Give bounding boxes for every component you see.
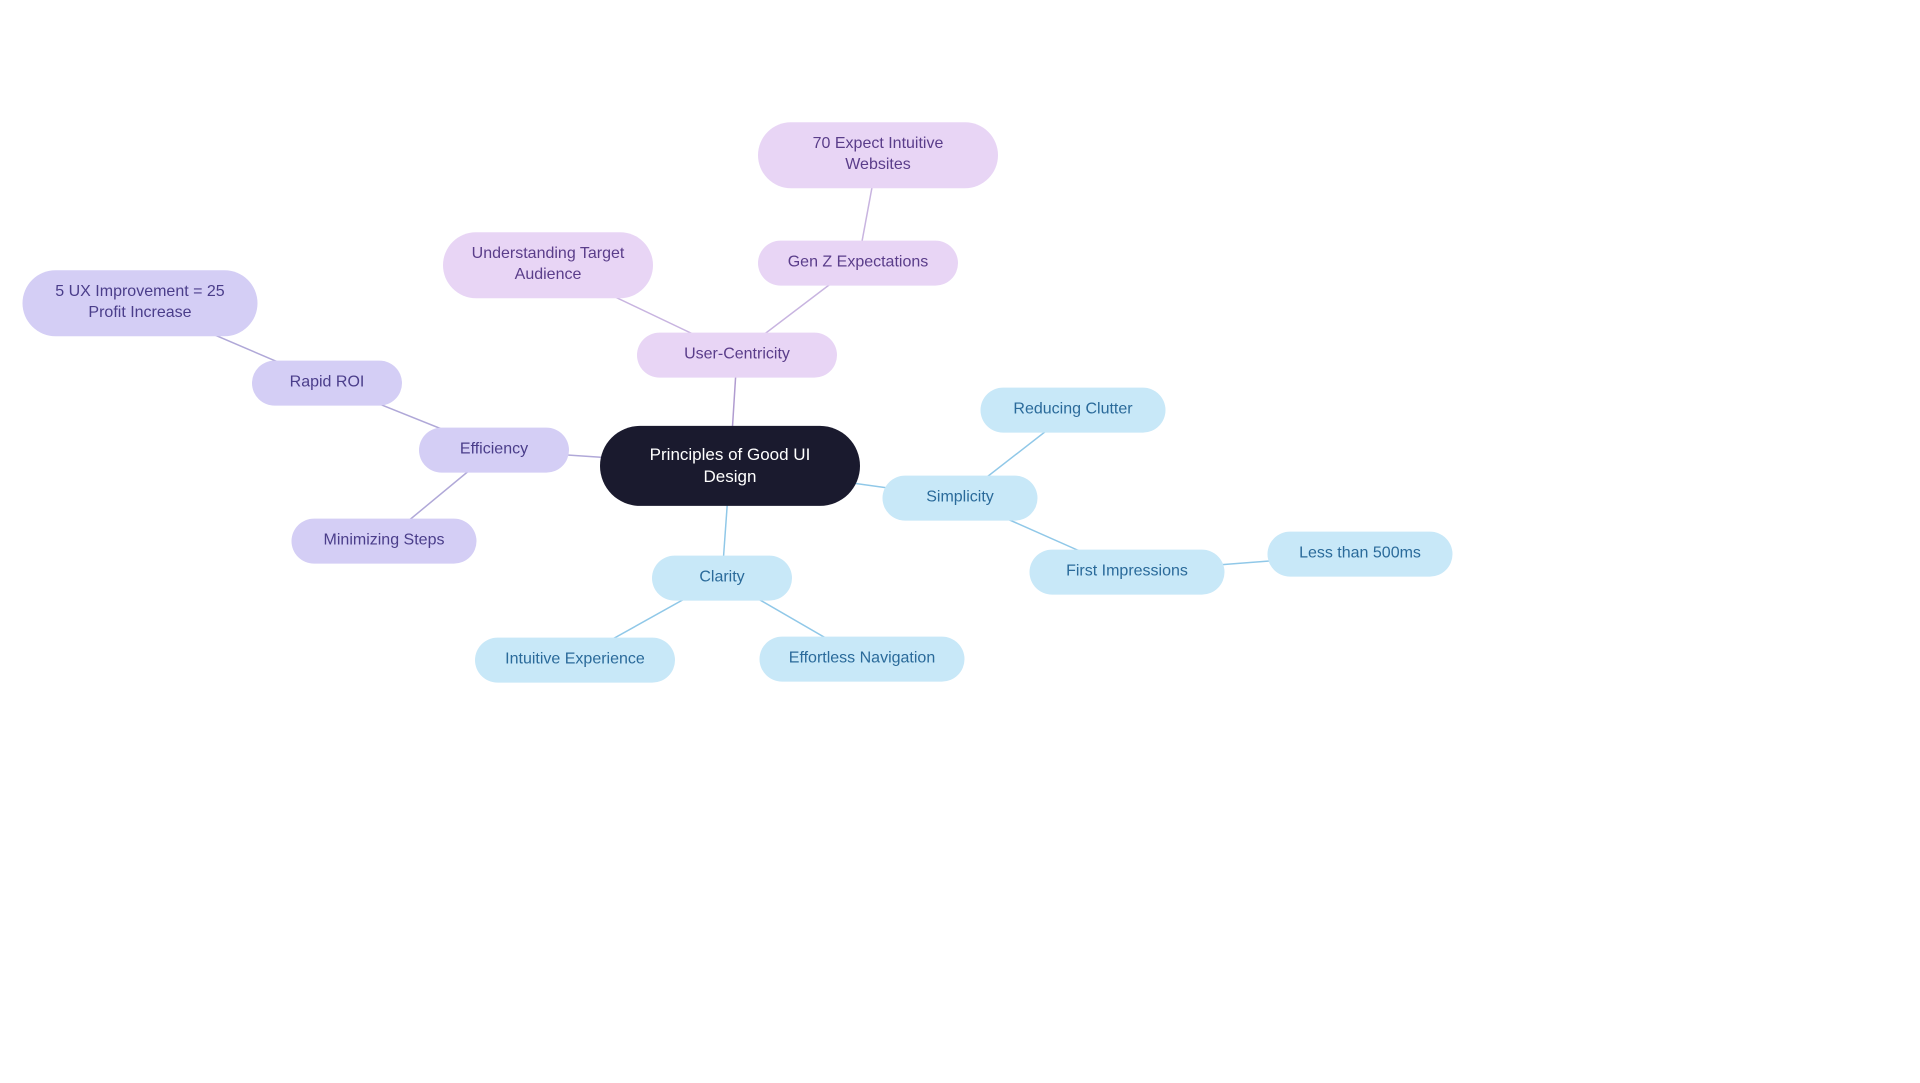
node-first-impressions[interactable]: First Impressions — [1030, 550, 1225, 595]
center-node[interactable]: Principles of Good UI Design — [600, 426, 860, 506]
node-gen-z[interactable]: Gen Z Expectations — [758, 241, 958, 286]
node-user-centricity[interactable]: User-Centricity — [637, 333, 837, 378]
node-effortless-navigation[interactable]: Effortless Navigation — [760, 637, 965, 682]
node-intuitive-experience[interactable]: Intuitive Experience — [475, 638, 675, 683]
node-70-expect[interactable]: 70 Expect Intuitive Websites — [758, 122, 998, 188]
node-understanding-target[interactable]: Understanding Target Audience — [443, 232, 653, 298]
node-reducing-clutter[interactable]: Reducing Clutter — [981, 388, 1166, 433]
node-minimizing-steps[interactable]: Minimizing Steps — [292, 519, 477, 564]
node-clarity[interactable]: Clarity — [652, 556, 792, 601]
node-efficiency[interactable]: Efficiency — [419, 428, 569, 473]
node-rapid-roi[interactable]: Rapid ROI — [252, 361, 402, 406]
node-less-500ms[interactable]: Less than 500ms — [1268, 532, 1453, 577]
node-simplicity[interactable]: Simplicity — [883, 476, 1038, 521]
node-5ux[interactable]: 5 UX Improvement = 25 Profit Increase — [23, 270, 258, 336]
